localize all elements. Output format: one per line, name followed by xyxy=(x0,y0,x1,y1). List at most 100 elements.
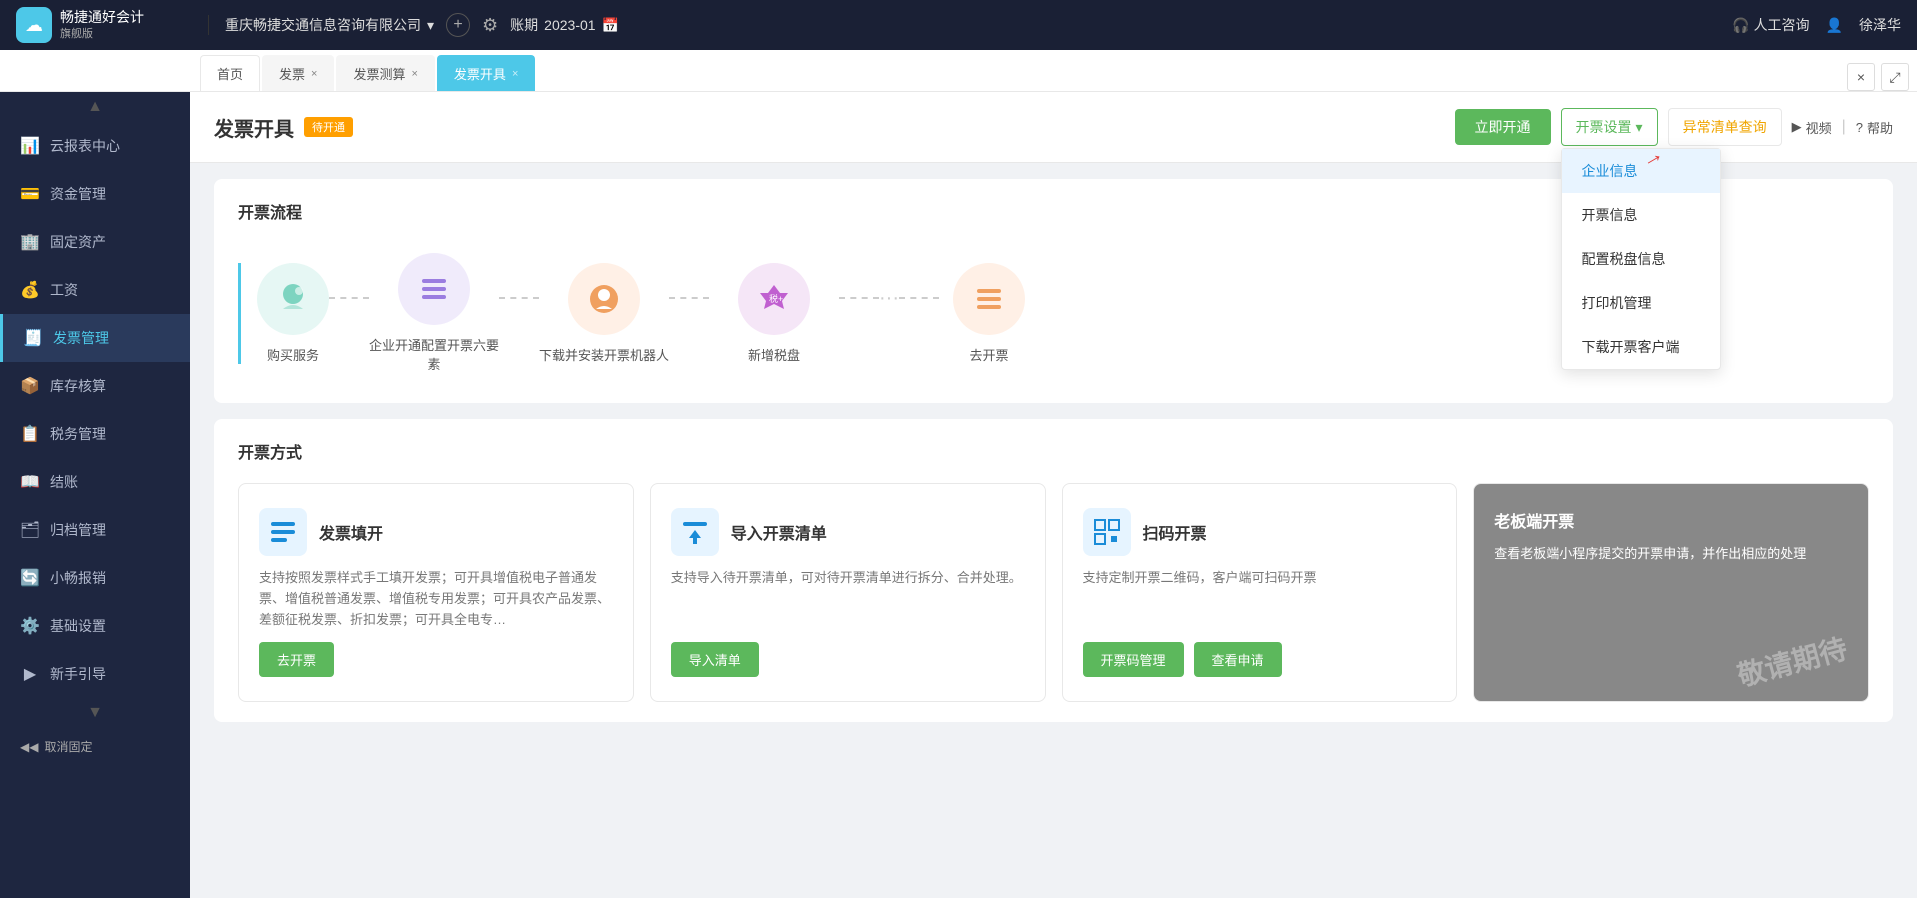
tab-fapiao-close[interactable]: × xyxy=(311,68,317,80)
sidebar-item-gudingzichan[interactable]: 🏢 固定资产 xyxy=(0,218,190,266)
tab-fapiao-kaiju[interactable]: 发票开具 × xyxy=(437,55,535,91)
page-title-area: 发票开具 待开通 xyxy=(214,113,353,142)
zijin-icon: 💳 xyxy=(20,184,40,204)
chevron-down-icon: ▾ xyxy=(427,17,434,34)
method-import-action-0[interactable]: 导入清单 xyxy=(671,642,759,677)
xinshouyindao-icon: ▶ xyxy=(20,664,40,684)
tab-bar: 首页 发票 × 发票测算 × 发票开具 × × ⤢ xyxy=(0,50,1917,92)
help-icon: ? xyxy=(1856,120,1863,135)
flow-step-1-label: 购买服务 xyxy=(267,345,319,364)
sidebar-scroll-up[interactable]: ▲ xyxy=(0,92,190,122)
dropdown-item-download-client[interactable]: 下载开票客户端 xyxy=(1562,325,1720,369)
method-boss-header: 老板端开票 xyxy=(1494,508,1848,532)
sidebar-item-kucun[interactable]: 📦 库存核算 xyxy=(0,362,190,410)
sidebar-item-gongzi[interactable]: 💰 工资 xyxy=(0,266,190,314)
company-name: 重庆畅捷交通信息咨询有限公司 xyxy=(225,15,421,35)
settings-btn-label: 开票设置 xyxy=(1576,117,1632,137)
tab-home-label: 首页 xyxy=(217,64,243,83)
method-import-icon xyxy=(671,508,719,556)
settings-button[interactable]: 开票设置 ▾ xyxy=(1561,108,1658,146)
logo-icon: ☁ xyxy=(16,7,52,43)
flow-step-last-label: 去开票 xyxy=(969,345,1008,364)
flow-arrow-2 xyxy=(499,297,539,299)
method-scan-action-0[interactable]: 开票码管理 xyxy=(1083,642,1184,677)
sidebar-item-kucun-label: 库存核算 xyxy=(50,376,106,396)
cancel-fixed-button[interactable]: ◀◀ 取消固定 xyxy=(0,728,190,765)
sidebar-item-jichushezhi[interactable]: ⚙️ 基础设置 xyxy=(0,602,190,650)
tab-fapiao-cesuan[interactable]: 发票测算 × xyxy=(336,55,434,91)
jiezhang-icon: 📖 xyxy=(20,472,40,492)
dropdown-item-printer-label: 打印机管理 xyxy=(1582,293,1652,313)
method-fill-actions: 去开票 xyxy=(259,642,613,677)
sidebar-item-xiaochangbaoxiao-label: 小畅报销 xyxy=(50,568,106,588)
sidebar-item-yunbao[interactable]: 📊 云报表中心 xyxy=(0,122,190,170)
method-import-desc: 支持导入待开票清单，可对待开票清单进行拆分、合并处理。 xyxy=(671,568,1025,589)
sidebar-item-xiaochangbaoxiao[interactable]: 🔄 小畅报销 xyxy=(0,554,190,602)
sidebar-item-guidang[interactable]: 🗂 归档管理 xyxy=(0,506,190,554)
sidebar: ▲ 📊 云报表中心 💳 资金管理 🏢 固定资产 💰 工资 🧾 发票管理 📦 库存… xyxy=(0,92,190,898)
dropdown-item-printer[interactable]: 打印机管理 xyxy=(1562,281,1720,325)
methods-section-title: 开票方式 xyxy=(238,439,1869,463)
expand-window-button[interactable]: ⤢ xyxy=(1881,63,1909,91)
fapiao-icon: 🧾 xyxy=(23,328,43,348)
dropdown-item-company-label: 企业信息 xyxy=(1582,161,1638,181)
calendar-icon: 📅 xyxy=(602,17,619,34)
tab-fapiao-kaiju-label: 发票开具 xyxy=(454,64,506,83)
video-button[interactable]: ▶ 视频 xyxy=(1792,118,1832,137)
close-window-button[interactable]: × xyxy=(1847,63,1875,91)
tab-kaiju-close[interactable]: × xyxy=(512,68,518,80)
support-button[interactable]: 🎧 人工咨询 xyxy=(1732,15,1809,35)
add-company-button[interactable]: + xyxy=(446,13,470,37)
company-selector[interactable]: 重庆畅捷交通信息咨询有限公司 ▾ xyxy=(208,15,434,35)
flow-step-1: 购买服务 xyxy=(238,263,329,364)
sidebar-item-zijin[interactable]: 💳 资金管理 xyxy=(0,170,190,218)
dropdown-item-invoice-info[interactable]: 开票信息 xyxy=(1562,193,1720,237)
flow-step-2: 企业开通配置开票六要素 xyxy=(369,253,499,373)
sidebar-item-xinshouyindao[interactable]: ▶ 新手引导 xyxy=(0,650,190,698)
dropdown-item-taxdisk[interactable]: 配置税盘信息 xyxy=(1562,237,1720,281)
xiaochangbaoxiao-icon: 🔄 xyxy=(20,568,40,588)
user-name: 徐泽华 xyxy=(1859,15,1901,35)
method-scan-action-1[interactable]: 查看申请 xyxy=(1194,642,1282,677)
settings-icon[interactable]: ⚙ xyxy=(482,15,498,36)
help-button[interactable]: ? 帮助 xyxy=(1856,118,1893,137)
sidebar-item-zijin-label: 资金管理 xyxy=(50,184,106,204)
gongzi-icon: 💰 xyxy=(20,280,40,300)
app-subtitle: 旗舰版 xyxy=(60,25,144,41)
sidebar-item-shuiwu[interactable]: 📋 税务管理 xyxy=(0,410,190,458)
sidebar-scroll-down[interactable]: ▼ xyxy=(0,698,190,728)
method-fill-action-0[interactable]: 去开票 xyxy=(259,642,334,677)
sidebar-item-fapiao[interactable]: 🧾 发票管理 xyxy=(0,314,190,362)
sidebar-item-shuiwu-label: 税务管理 xyxy=(50,424,106,444)
tab-fapiao-label: 发票 xyxy=(279,64,305,83)
tab-cesuan-close[interactable]: × xyxy=(411,68,417,80)
sidebar-item-gudingzichan-label: 固定资产 xyxy=(50,232,106,252)
flow-step-2-label: 企业开通配置开票六要素 xyxy=(369,335,499,373)
method-scan-title: 扫码开票 xyxy=(1143,520,1207,544)
method-import-actions: 导入清单 xyxy=(671,642,1025,677)
method-scan-header: 扫码开票 xyxy=(1083,508,1437,556)
period-selector[interactable]: 账期 2023-01 📅 xyxy=(510,15,619,35)
sidebar-item-jiezhang[interactable]: 📖 结账 xyxy=(0,458,190,506)
main-layout: ▲ 📊 云报表中心 💳 资金管理 🏢 固定资产 💰 工资 🧾 发票管理 📦 库存… xyxy=(0,92,1917,898)
methods-section: 开票方式 发票填开 支持按照发票样式手工填开发票；可开具增值税电子普通发票、增值… xyxy=(214,419,1893,722)
tab-home[interactable]: 首页 xyxy=(200,55,260,91)
boss-watermark: 敬请期待 xyxy=(1733,628,1852,696)
flow-step-4-icon: 税+ xyxy=(738,263,810,335)
tab-fapiao[interactable]: 发票 × xyxy=(262,55,334,91)
method-card-boss: 老板端开票 查看老板端小程序提交的开票申请，并作出相应的处理 敬请期待 xyxy=(1473,483,1869,702)
page-header: 发票开具 待开通 立即开通 开票设置 ▾ 企业信息 xyxy=(190,92,1917,163)
abnormal-list-button[interactable]: 异常清单查询 xyxy=(1668,108,1782,146)
method-import-title: 导入开票清单 xyxy=(731,520,827,544)
topbar-actions: 🎧 人工咨询 👤 徐泽华 xyxy=(1732,15,1901,35)
method-scan-icon xyxy=(1083,508,1131,556)
flow-step-3-icon xyxy=(568,263,640,335)
activate-button[interactable]: 立即开通 xyxy=(1455,109,1551,145)
dropdown-item-download-client-label: 下载开票客户端 xyxy=(1582,337,1680,357)
flow-step-4-label: 新增税盘 xyxy=(748,345,800,364)
flow-arrow-4 xyxy=(839,297,879,299)
method-fill-icon xyxy=(259,508,307,556)
method-import-header: 导入开票清单 xyxy=(671,508,1025,556)
cancel-fixed-icon: ◀◀ xyxy=(20,740,38,754)
flow-step-4: 税+ 新增税盘 xyxy=(709,263,839,364)
